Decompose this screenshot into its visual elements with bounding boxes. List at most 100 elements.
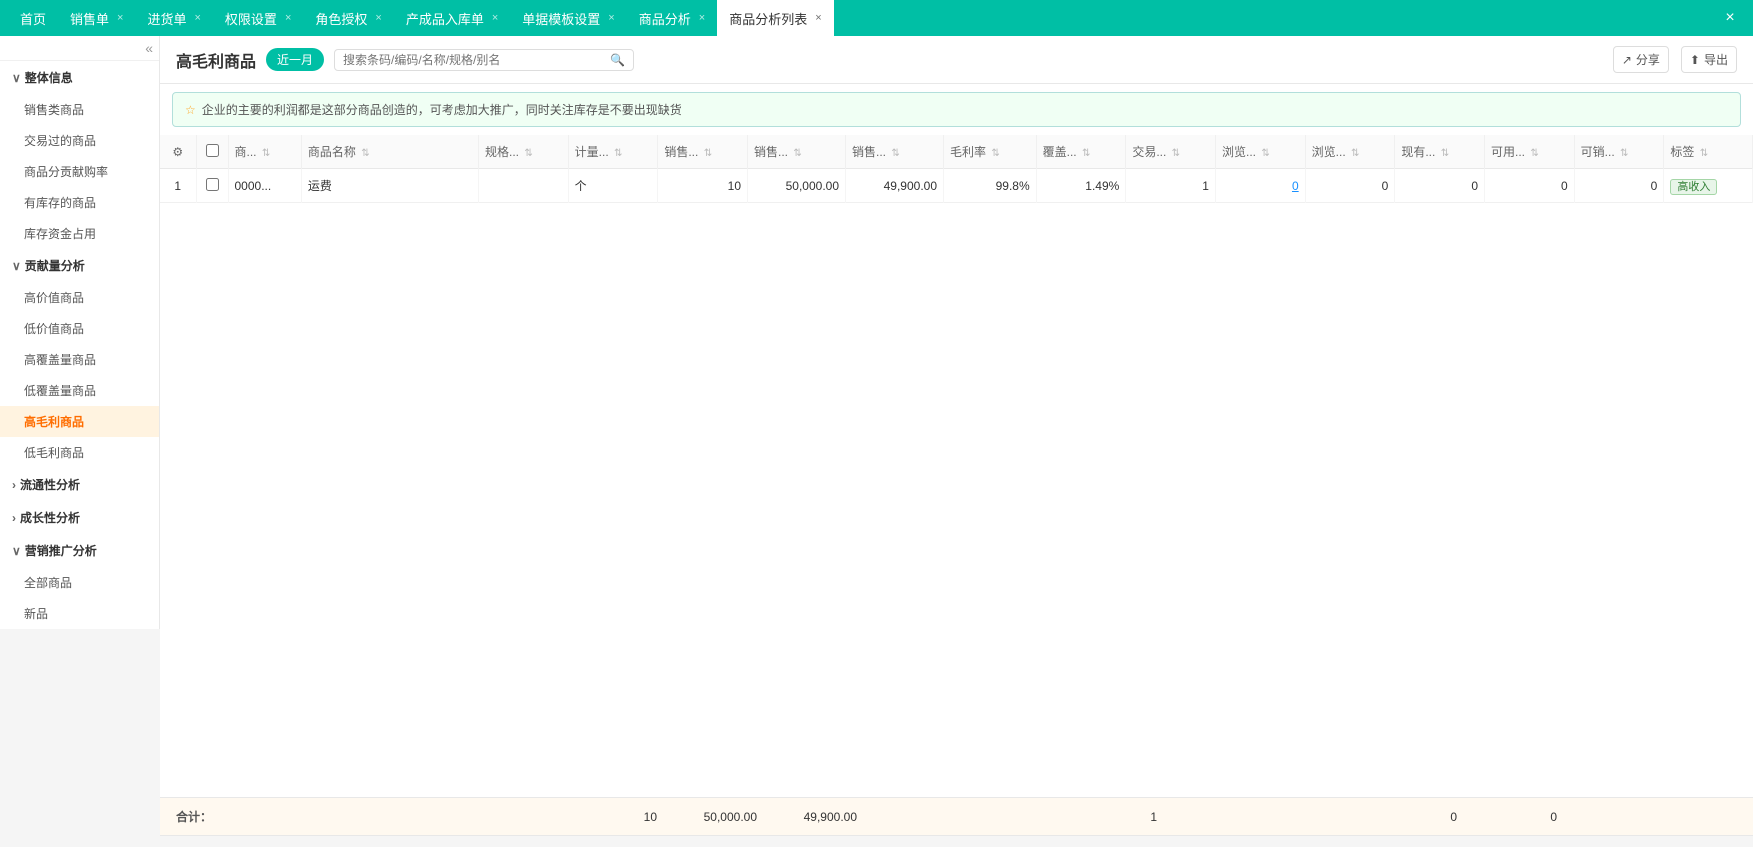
sidebar-group-marketing[interactable]: ∨ 营销推广分析 xyxy=(0,534,159,567)
export-icon: ⬆ xyxy=(1690,53,1700,67)
sidebar-item-high-value[interactable]: 高价值商品 xyxy=(0,282,159,313)
col-trade[interactable]: 交易... ⇅ xyxy=(1126,135,1216,169)
search-input[interactable] xyxy=(343,53,604,67)
header-actions: ↗ 分享 ⬆ 导出 xyxy=(1613,46,1737,73)
sidebar-item-traded-goods[interactable]: 交易过的商品 xyxy=(0,125,159,156)
cell-sale-qty: 10 xyxy=(658,169,748,203)
app-root: 首页 销售单 × 进货单 × 权限设置 × 角色授权 × 产成品入库单 × 单据… xyxy=(0,0,1753,847)
cell-seq: 1 xyxy=(160,169,196,203)
sidebar-item-all-goods[interactable]: 全部商品 xyxy=(0,567,159,598)
col-sale-amount[interactable]: 销售... ⇅ xyxy=(748,135,846,169)
cell-sale-profit: 49,900.00 xyxy=(846,169,944,203)
table-container[interactable]: ⚙ 商... ⇅ 商品名称 ⇅ xyxy=(160,135,1753,797)
sort-unit-icon: ⇅ xyxy=(614,148,622,159)
col-browse2[interactable]: 浏览... ⇅ xyxy=(1305,135,1395,169)
close-purchase-tab[interactable]: × xyxy=(194,12,200,24)
settings-icon[interactable]: ⚙ xyxy=(172,145,183,159)
close-permissions-tab[interactable]: × xyxy=(285,12,291,24)
footer-current-stock: 0 xyxy=(1377,810,1457,824)
window-close-button[interactable]: × xyxy=(1715,0,1745,36)
sidebar-group-overall[interactable]: ∨ 整体信息 xyxy=(0,61,159,94)
arrow-growth-icon: › xyxy=(12,511,16,525)
sidebar-item-contribution-rate[interactable]: 商品分贡献购率 xyxy=(0,156,159,187)
close-analysis-tab[interactable]: × xyxy=(699,12,705,24)
nav-item-sales[interactable]: 销售单 × xyxy=(58,0,135,36)
footer-trade: 1 xyxy=(1077,810,1157,824)
search-icon[interactable]: 🔍 xyxy=(610,53,625,67)
close-templates-tab[interactable]: × xyxy=(608,12,614,24)
share-icon: ↗ xyxy=(1622,53,1632,67)
cell-name: 运费 xyxy=(301,169,478,203)
close-analysis-list-tab[interactable]: × xyxy=(815,12,821,24)
cell-gross-margin: 99.8% xyxy=(944,169,1037,203)
close-roles-tab[interactable]: × xyxy=(375,12,381,24)
sidebar-group-contribution[interactable]: ∨ 贡献量分析 xyxy=(0,249,159,282)
col-gross-margin[interactable]: 毛利率 ⇅ xyxy=(944,135,1037,169)
col-unit[interactable]: 计量... ⇅ xyxy=(568,135,658,169)
sidebar-item-low-margin[interactable]: 低毛利商品 xyxy=(0,437,159,468)
col-coverage[interactable]: 覆盖... ⇅ xyxy=(1036,135,1126,169)
sidebar-item-low-coverage[interactable]: 低覆盖量商品 xyxy=(0,375,159,406)
sidebar-item-high-coverage[interactable]: 高覆盖量商品 xyxy=(0,344,159,375)
main-layout: « ∨ 整体信息 销售类商品 交易过的商品 商品分贡献购率 有库存的商品 xyxy=(0,36,1753,847)
sidebar-collapse-btn[interactable]: « xyxy=(145,40,153,56)
nav-item-analysis[interactable]: 商品分析 × xyxy=(627,0,717,36)
sidebar-item-stock-capital[interactable]: 库存资金占用 xyxy=(0,218,159,249)
cell-browse1[interactable]: 0 xyxy=(1215,169,1305,203)
col-spec[interactable]: 规格... ⇅ xyxy=(479,135,569,169)
col-code[interactable]: 商... ⇅ xyxy=(228,135,301,169)
sidebar-group-liquidity[interactable]: › 流通性分析 xyxy=(0,468,159,501)
sidebar-item-low-value[interactable]: 低价值商品 xyxy=(0,313,159,344)
nav-item-templates[interactable]: 单据模板设置 × xyxy=(510,0,626,36)
content-area: 高毛利商品 近一月 🔍 ↗ 分享 ⬆ 导出 xyxy=(160,36,1753,847)
filter-recent-month-btn[interactable]: 近一月 xyxy=(266,48,324,71)
sort-trade-icon: ⇅ xyxy=(1172,148,1180,159)
col-settings[interactable]: ⚙ xyxy=(160,135,196,169)
tip-bar: ☆ 企业的主要的利润都是这部分商品创造的，可考虑加大推广，同时关注库存是不要出现… xyxy=(172,92,1741,127)
sort-sale-profit-icon: ⇅ xyxy=(891,148,899,159)
sidebar-item-high-margin[interactable]: 高毛利商品 xyxy=(0,406,159,437)
col-current-stock[interactable]: 现有... ⇅ xyxy=(1395,135,1485,169)
select-all-checkbox[interactable] xyxy=(206,144,219,157)
nav-item-roles[interactable]: 角色授权 × xyxy=(303,0,393,36)
nav-item-products[interactable]: 产成品入库单 × xyxy=(394,0,510,36)
nav-item-analysis-list[interactable]: 商品分析列表 × xyxy=(717,0,833,36)
tip-text: 企业的主要的利润都是这部分商品创造的，可考虑加大推广，同时关注库存是不要出现缺货 xyxy=(202,101,682,118)
tip-icon: ☆ xyxy=(185,103,196,117)
nav-item-home[interactable]: 首页 xyxy=(8,0,58,36)
sidebar-item-stocked-goods[interactable]: 有库存的商品 xyxy=(0,187,159,218)
cell-spec xyxy=(479,169,569,203)
footer-bar: 合计： 10 50,000.00 49,900.00 1 0 0 xyxy=(160,797,1753,835)
sidebar: « ∨ 整体信息 销售类商品 交易过的商品 商品分贡献购率 有库存的商品 xyxy=(0,36,160,629)
col-saleable-stock[interactable]: 可销... ⇅ xyxy=(1574,135,1664,169)
nav-item-permissions[interactable]: 权限设置 × xyxy=(213,0,303,36)
data-table: ⚙ 商... ⇅ 商品名称 ⇅ xyxy=(160,135,1753,203)
col-available-stock[interactable]: 可用... ⇅ xyxy=(1485,135,1575,169)
col-check[interactable] xyxy=(196,135,228,169)
close-sales-tab[interactable]: × xyxy=(117,12,123,24)
cell-available-stock: 0 xyxy=(1485,169,1575,203)
sidebar-item-new-goods[interactable]: 新品 xyxy=(0,598,159,629)
col-browse1[interactable]: 浏览... ⇅ xyxy=(1215,135,1305,169)
sort-browse1-icon: ⇅ xyxy=(1261,148,1269,159)
col-tag[interactable]: 标签 ⇅ xyxy=(1664,135,1753,169)
cell-current-stock: 0 xyxy=(1395,169,1485,203)
sidebar-item-sales-goods[interactable]: 销售类商品 xyxy=(0,94,159,125)
horizontal-scrollbar[interactable] xyxy=(160,835,1753,847)
nav-item-purchase[interactable]: 进货单 × xyxy=(135,0,212,36)
row-checkbox[interactable] xyxy=(206,178,219,191)
sidebar-group-growth[interactable]: › 成长性分析 xyxy=(0,501,159,534)
arrow-marketing-icon: ∨ xyxy=(12,544,21,558)
cell-check[interactable] xyxy=(196,169,228,203)
cell-coverage: 1.49% xyxy=(1036,169,1126,203)
col-name[interactable]: 商品名称 ⇅ xyxy=(301,135,478,169)
share-button[interactable]: ↗ 分享 xyxy=(1613,46,1669,73)
close-products-tab[interactable]: × xyxy=(492,12,498,24)
cell-code: 0000... xyxy=(228,169,301,203)
sort-spec-icon: ⇅ xyxy=(524,148,532,159)
export-button[interactable]: ⬆ 导出 xyxy=(1681,46,1737,73)
col-sale-qty[interactable]: 销售... ⇅ xyxy=(658,135,748,169)
top-nav: 首页 销售单 × 进货单 × 权限设置 × 角色授权 × 产成品入库单 × 单据… xyxy=(0,0,1753,36)
tag-badge: 高收入 xyxy=(1670,179,1717,195)
col-sale-profit[interactable]: 销售... ⇅ xyxy=(846,135,944,169)
